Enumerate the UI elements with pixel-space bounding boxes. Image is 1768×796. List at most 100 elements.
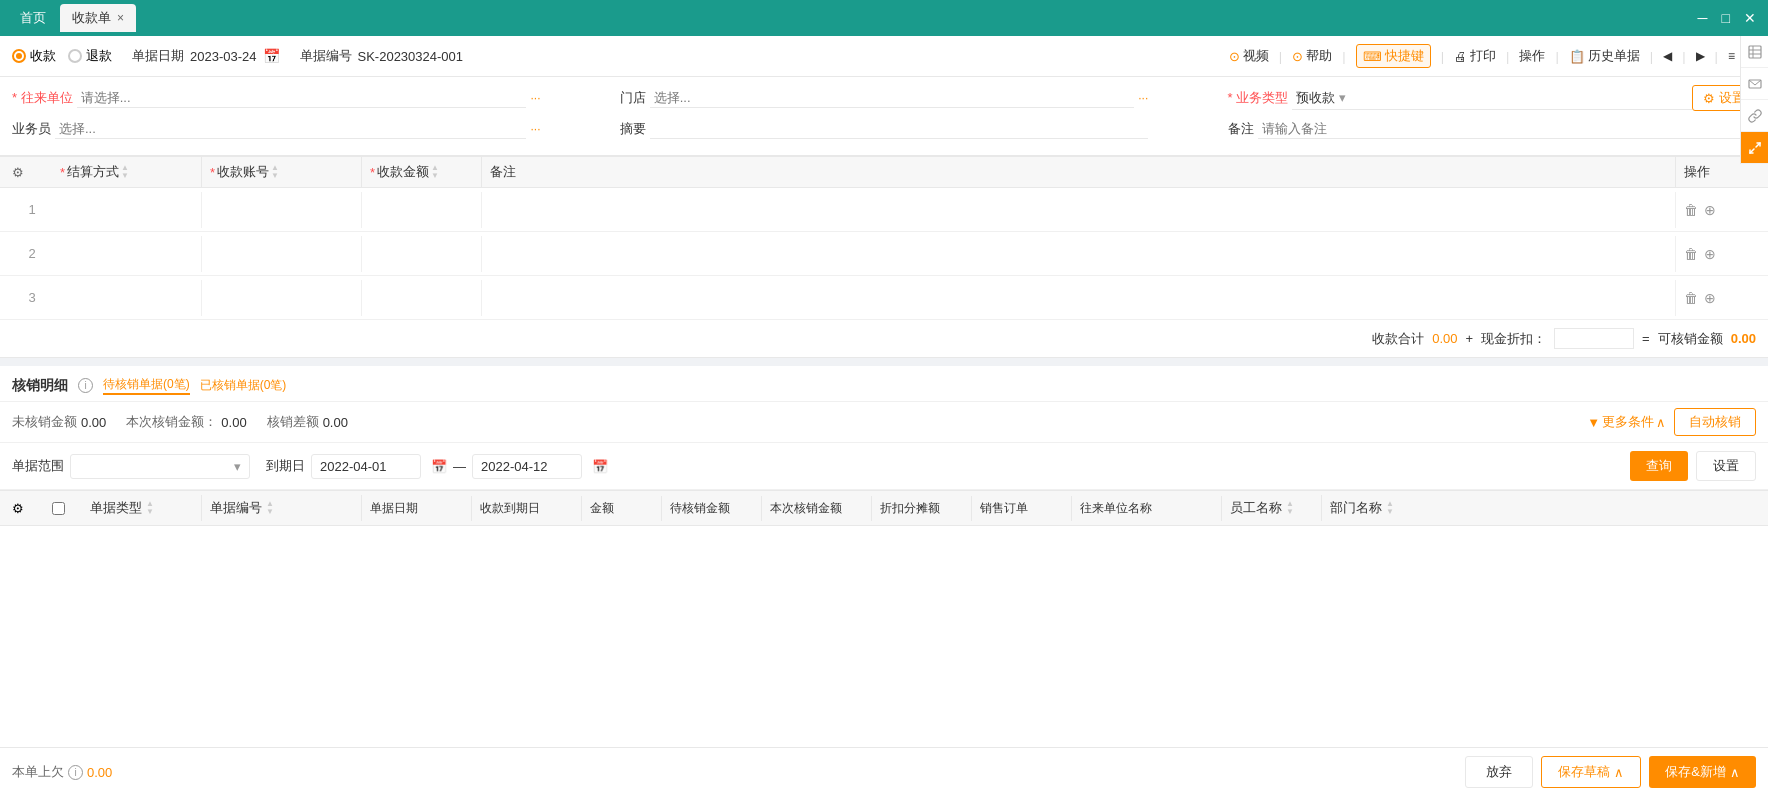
diff-value: 0.00 <box>323 415 348 430</box>
save-new-label: 保存&新增 <box>1665 763 1726 781</box>
save-new-btn[interactable]: 保存&新增 ∧ <box>1649 756 1756 788</box>
store-more[interactable]: ··· <box>1138 91 1148 105</box>
video-btn[interactable]: ⊙ 视频 <box>1229 47 1269 65</box>
form-fields: 往来单位 ··· 门店 ··· 业务类型 预收款 ▾ ⚙ <box>0 77 1768 156</box>
row-cell-method-3[interactable] <box>52 280 202 316</box>
row-cell-account-2[interactable] <box>202 236 362 272</box>
nav-next-btn[interactable]: ▶ <box>1696 49 1705 63</box>
note-input[interactable] <box>1258 119 1756 139</box>
row-cell-method-2[interactable] <box>52 236 202 272</box>
summary-row: 收款合计 0.00 + 现金折扣： = 可核销金额 0.00 <box>0 320 1768 358</box>
delete-icon-1[interactable]: 🗑 <box>1684 202 1698 218</box>
bth-counterparty: 往来单位名称 <box>1072 496 1222 521</box>
restore-btn[interactable]: □ <box>1718 8 1734 28</box>
counterparty-field: 往来单位 ··· <box>12 88 540 108</box>
row-cell-account-1[interactable] <box>202 192 362 228</box>
row-cell-remark-1[interactable] <box>482 192 1676 228</box>
business-type-label: 业务类型 <box>1228 89 1289 107</box>
table-header: ⚙ * 结算方式 ▲▼ * 收款账号 ▲▼ * 收款金额 ▲▼ 备注 操作 <box>0 156 1768 188</box>
sort-doc-type[interactable]: ▲▼ <box>146 500 154 516</box>
due-date-end[interactable] <box>472 454 582 479</box>
sort-account[interactable]: ▲▼ <box>271 164 279 180</box>
chevron-down-icon: ▾ <box>1339 90 1346 105</box>
tab-receipt[interactable]: 收款单 × <box>60 4 136 32</box>
counterparty-input[interactable] <box>77 88 527 108</box>
summary-input[interactable] <box>650 119 1148 139</box>
radio-receipt[interactable]: 收款 <box>12 47 56 65</box>
bth-due-date: 收款到期日 <box>472 496 582 521</box>
discount-input[interactable] <box>1554 328 1634 349</box>
row-cell-amount-2[interactable] <box>362 236 482 272</box>
business-type-select[interactable]: 预收款 ▾ <box>1292 87 1692 110</box>
sort-doc-no[interactable]: ▲▼ <box>266 500 274 516</box>
right-sidebar <box>1740 36 1768 164</box>
tab-close-btn[interactable]: × <box>117 11 124 25</box>
copy-icon-3[interactable]: ⊕ <box>1704 290 1716 306</box>
info-icon[interactable]: i <box>78 378 93 393</box>
salesperson-more[interactable]: ··· <box>530 122 540 136</box>
more-conditions-btn[interactable]: ▼ 更多条件 ∧ <box>1587 413 1666 431</box>
reconcile-section: 核销明细 i 待核销单据(0笔) 已核销单据(0笔) 未核销金额 0.00 本次… <box>0 358 1768 747</box>
nav-prev-btn[interactable]: ◀ <box>1663 49 1672 63</box>
sort-department[interactable]: ▲▼ <box>1386 500 1394 516</box>
sidebar-email-icon[interactable] <box>1741 68 1769 100</box>
calendar-icon[interactable]: 📅 <box>263 48 280 64</box>
delete-icon-3[interactable]: 🗑 <box>1684 290 1698 306</box>
current-debt-value: 0.00 <box>87 765 112 780</box>
row-cell-amount-1[interactable] <box>362 192 482 228</box>
counterparty-more[interactable]: ··· <box>530 91 540 105</box>
pending-tab[interactable]: 待核销单据(0笔) <box>103 376 190 395</box>
close-btn[interactable]: ✕ <box>1740 8 1760 28</box>
row-cell-amount-3[interactable] <box>362 280 482 316</box>
footer-info-icon[interactable]: i <box>68 765 83 780</box>
sort-employee[interactable]: ▲▼ <box>1286 500 1294 516</box>
sort-amount[interactable]: ▲▼ <box>431 164 439 180</box>
shortcut-btn[interactable]: ⌨ 快捷键 <box>1356 44 1431 68</box>
radio-refund[interactable]: 退款 <box>68 47 112 65</box>
all-checkbox[interactable] <box>52 502 65 515</box>
query-btn[interactable]: 查询 <box>1630 451 1688 481</box>
sort-settle[interactable]: ▲▼ <box>121 164 129 180</box>
copy-icon-2[interactable]: ⊕ <box>1704 246 1716 262</box>
th-account: * 收款账号 ▲▼ <box>202 157 362 187</box>
row-actions-2: 🗑 ⊕ <box>1676 242 1756 266</box>
radio-receipt-label: 收款 <box>30 47 56 65</box>
row-actions-3: 🗑 ⊕ <box>1676 286 1756 310</box>
window-controls: ─ □ ✕ <box>1694 8 1760 28</box>
table-settings-icon[interactable]: ⚙ <box>12 159 52 186</box>
page-footer: 本单上欠 i 0.00 放弃 保存草稿 ∧ 保存&新增 ∧ <box>0 747 1768 796</box>
abandon-btn[interactable]: 放弃 <box>1465 756 1533 788</box>
minimize-btn[interactable]: ─ <box>1694 8 1712 28</box>
range-select[interactable]: ▾ <box>70 454 250 479</box>
store-input[interactable] <box>650 88 1134 108</box>
salesperson-input[interactable] <box>55 119 526 139</box>
row-cell-account-3[interactable] <box>202 280 362 316</box>
row-cell-remark-3[interactable] <box>482 280 1676 316</box>
select-all-checkbox[interactable] <box>52 502 82 515</box>
operation-btn[interactable]: 操作 <box>1519 47 1545 65</box>
save-draft-btn[interactable]: 保存草稿 ∧ <box>1541 756 1641 788</box>
range-filter: 单据范围 ▾ <box>12 454 250 479</box>
save-new-arrow: ∧ <box>1730 765 1740 780</box>
history-btn[interactable]: 📋 历史单据 <box>1569 47 1640 65</box>
sidebar-table-icon[interactable] <box>1741 36 1769 68</box>
calendar-start-icon[interactable]: 📅 <box>431 459 447 474</box>
bottom-table-gear[interactable]: ⚙ <box>12 501 52 516</box>
tab-home[interactable]: 首页 <box>8 4 58 32</box>
range-chevron-icon: ▾ <box>234 459 241 474</box>
list-view-btn[interactable]: ≡ <box>1728 49 1735 63</box>
help-btn[interactable]: ⊙ 帮助 <box>1292 47 1332 65</box>
copy-icon-1[interactable]: ⊕ <box>1704 202 1716 218</box>
auto-reconcile-btn[interactable]: 自动核销 <box>1674 408 1756 436</box>
row-cell-remark-2[interactable] <box>482 236 1676 272</box>
reconcile-settings-btn[interactable]: 设置 <box>1696 451 1756 481</box>
print-btn[interactable]: 🖨 打印 <box>1454 47 1496 65</box>
due-date-start[interactable] <box>311 454 421 479</box>
delete-icon-2[interactable]: 🗑 <box>1684 246 1698 262</box>
row-cell-method-1[interactable] <box>52 192 202 228</box>
sidebar-expand-icon[interactable] <box>1741 132 1769 164</box>
done-tab[interactable]: 已核销单据(0笔) <box>200 377 287 394</box>
calendar-end-icon[interactable]: 📅 <box>592 459 608 474</box>
sidebar-link-icon[interactable] <box>1741 100 1769 132</box>
discount-label: 现金折扣： <box>1481 330 1546 348</box>
